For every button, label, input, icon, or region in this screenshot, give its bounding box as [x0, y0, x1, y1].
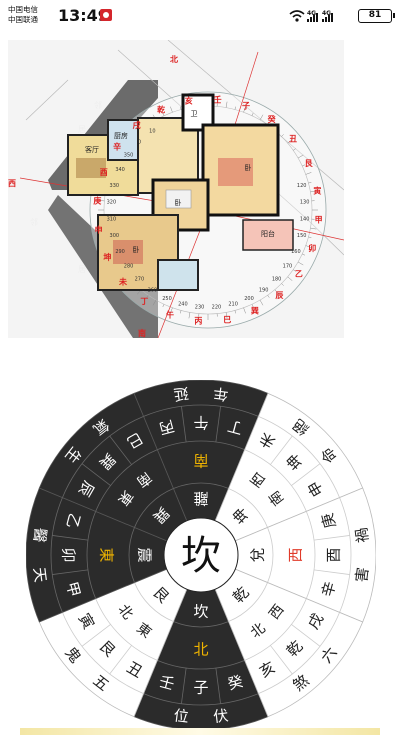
compass-degree-label: 350 — [124, 152, 134, 158]
room-label: 卧 — [133, 246, 140, 254]
compass-degree-label: 170 — [283, 264, 293, 270]
compass-mountain-label: 庚 — [93, 195, 101, 205]
bagua-trigram: 坎 — [193, 602, 208, 620]
compass-degree-label: 130 — [300, 200, 310, 206]
compass-degree-label: 290 — [115, 249, 125, 255]
compass-mountain-label: 酉 — [100, 168, 108, 177]
compass-mountain-label: 戌 — [133, 120, 141, 130]
neighbor-label-2: 居 — [78, 125, 86, 134]
bagua-center-trigram: 坎 — [181, 533, 221, 579]
compass-degree-label: 220 — [212, 305, 222, 311]
compass-degree-label: 300 — [110, 233, 120, 239]
compass-degree-label: 280 — [124, 264, 134, 270]
battery-icon: 81 — [358, 9, 395, 23]
room-label: 卫 — [191, 110, 198, 118]
bagua-mountain: 卯 — [60, 547, 78, 562]
bagua-direction: 北 — [193, 640, 208, 658]
compass-mountain-label: 巳 — [223, 315, 231, 324]
compass-mountain-label: 乾 — [157, 104, 165, 114]
carrier-info: 中国电信 中国联通 — [8, 5, 38, 25]
compass-mountain-label: 丑 — [289, 135, 297, 144]
compass-degree-label: 310 — [107, 216, 117, 222]
room-label: 卧 — [175, 199, 182, 207]
compass-mountain-label: 申 — [95, 224, 103, 234]
signal-icons: 4G 4G — [289, 10, 333, 22]
bagua-mountain: 午 — [193, 414, 208, 432]
bagua-trigram: 震 — [136, 547, 154, 562]
compass-mountain-label: 午 — [166, 309, 174, 319]
bagua-direction: 西 — [286, 547, 304, 562]
compass-mountain-label: 亥 — [185, 96, 193, 106]
bagua-wheel: 坎北癸子壬伏位艮東北丑艮寅五鬼震東甲卯乙天醫巽東南辰巽巳生氣離南丙午丁延年坤西南… — [25, 379, 377, 731]
compass-degree-label: 200 — [244, 296, 254, 302]
compass-degree-label: 340 — [115, 167, 125, 173]
compass-mountain-label: 卯 — [308, 243, 316, 253]
room-label: 厨房 — [114, 131, 128, 140]
carrier-2: 中国联通 — [8, 15, 38, 24]
bagua-star: 位 — [173, 706, 190, 726]
compass-degree-label: 140 — [300, 216, 310, 222]
compass-mountain-label: 辛 — [113, 141, 121, 151]
compass-degree-label: 270 — [135, 277, 145, 283]
compass-degree-label: 260 — [148, 287, 158, 293]
neighbor-label-4: 居 — [78, 265, 86, 274]
bagua-trigram: 兌 — [248, 547, 266, 562]
bagua-star: 天 — [30, 566, 50, 583]
bagua-star: 延 — [173, 384, 190, 404]
compass-degree-label: 230 — [195, 305, 205, 311]
compass-degree-label: 120 — [297, 183, 307, 189]
floor-plan-image: 申 庚 酉 辛 戌 乾 亥 壬子癸丑艮寅甲卯乙辰巽巳 丙 午 丁 未 坤 120 130 140 150 160 1… — [8, 40, 344, 338]
compass-mountain-label: 寅 — [313, 186, 321, 196]
compass-mountain-label: 乙 — [295, 270, 303, 279]
neighbor-label-1: 邻 — [94, 100, 102, 110]
compass-mountain-label: 坤 — [103, 252, 111, 262]
compass-mountain-label: 丙 — [194, 317, 202, 326]
notification-app-icon — [100, 9, 112, 21]
compass-mountain-label: 巽 — [251, 306, 259, 316]
compass-mountain-label: 壬 — [214, 94, 222, 104]
bagua-mountain: 酉 — [324, 547, 342, 562]
compass-mountain-label: 癸 — [267, 114, 277, 124]
floor-plan-south-label: 南 — [138, 328, 146, 338]
room-label: 客厅 — [85, 145, 99, 154]
room-label: 卧 — [245, 164, 252, 172]
compass-mountain-label: 甲 — [315, 216, 323, 225]
bagua-star: 害 — [352, 566, 372, 583]
room-label: 阳台 — [261, 229, 275, 238]
floor-plan-north-label: 北 — [170, 54, 178, 64]
wifi-icon — [289, 10, 305, 22]
floor-plan-west-label: 西 — [8, 179, 16, 188]
compass-mountain-label: 子 — [242, 102, 250, 111]
compass-degree-label: 0 — [138, 139, 141, 145]
compass-degree-label: 150 — [297, 233, 307, 239]
compass-degree-label: 190 — [259, 287, 269, 293]
bagua-direction: 南 — [193, 452, 208, 470]
compass-mountain-label: 辰 — [275, 291, 283, 300]
compass-degree-label: 250 — [162, 296, 172, 302]
bagua-mountain: 子 — [193, 678, 208, 696]
compass-degree-label: 210 — [228, 302, 238, 308]
compass-mountain-label: 艮 — [305, 159, 314, 168]
neighbor-label-3: 邻 — [30, 217, 38, 227]
compass-mountain-label: 丁 — [140, 297, 148, 306]
status-bar: 中国电信 中国联通 13:49 4G 4G 81 — [0, 0, 400, 34]
bagua-star: 醫 — [30, 527, 50, 544]
compass-degree-label: 330 — [110, 183, 120, 189]
compass-degree-label: 320 — [107, 200, 117, 206]
carrier-1: 中国电信 — [8, 5, 38, 14]
compass-degree-label: 180 — [272, 277, 282, 283]
bagua-star: 年 — [212, 384, 229, 404]
compass-degree-label: 240 — [178, 302, 188, 308]
bagua-trigram: 離 — [193, 490, 208, 508]
decorative-strip — [20, 728, 380, 735]
bagua-star: 伏 — [212, 706, 229, 726]
compass-degree-label: 10 — [149, 129, 155, 135]
bagua-star: 禍 — [352, 527, 372, 544]
bagua-direction: 東 — [98, 547, 116, 562]
compass-degree-label: 160 — [291, 249, 301, 255]
compass-mountain-label: 未 — [118, 276, 127, 286]
